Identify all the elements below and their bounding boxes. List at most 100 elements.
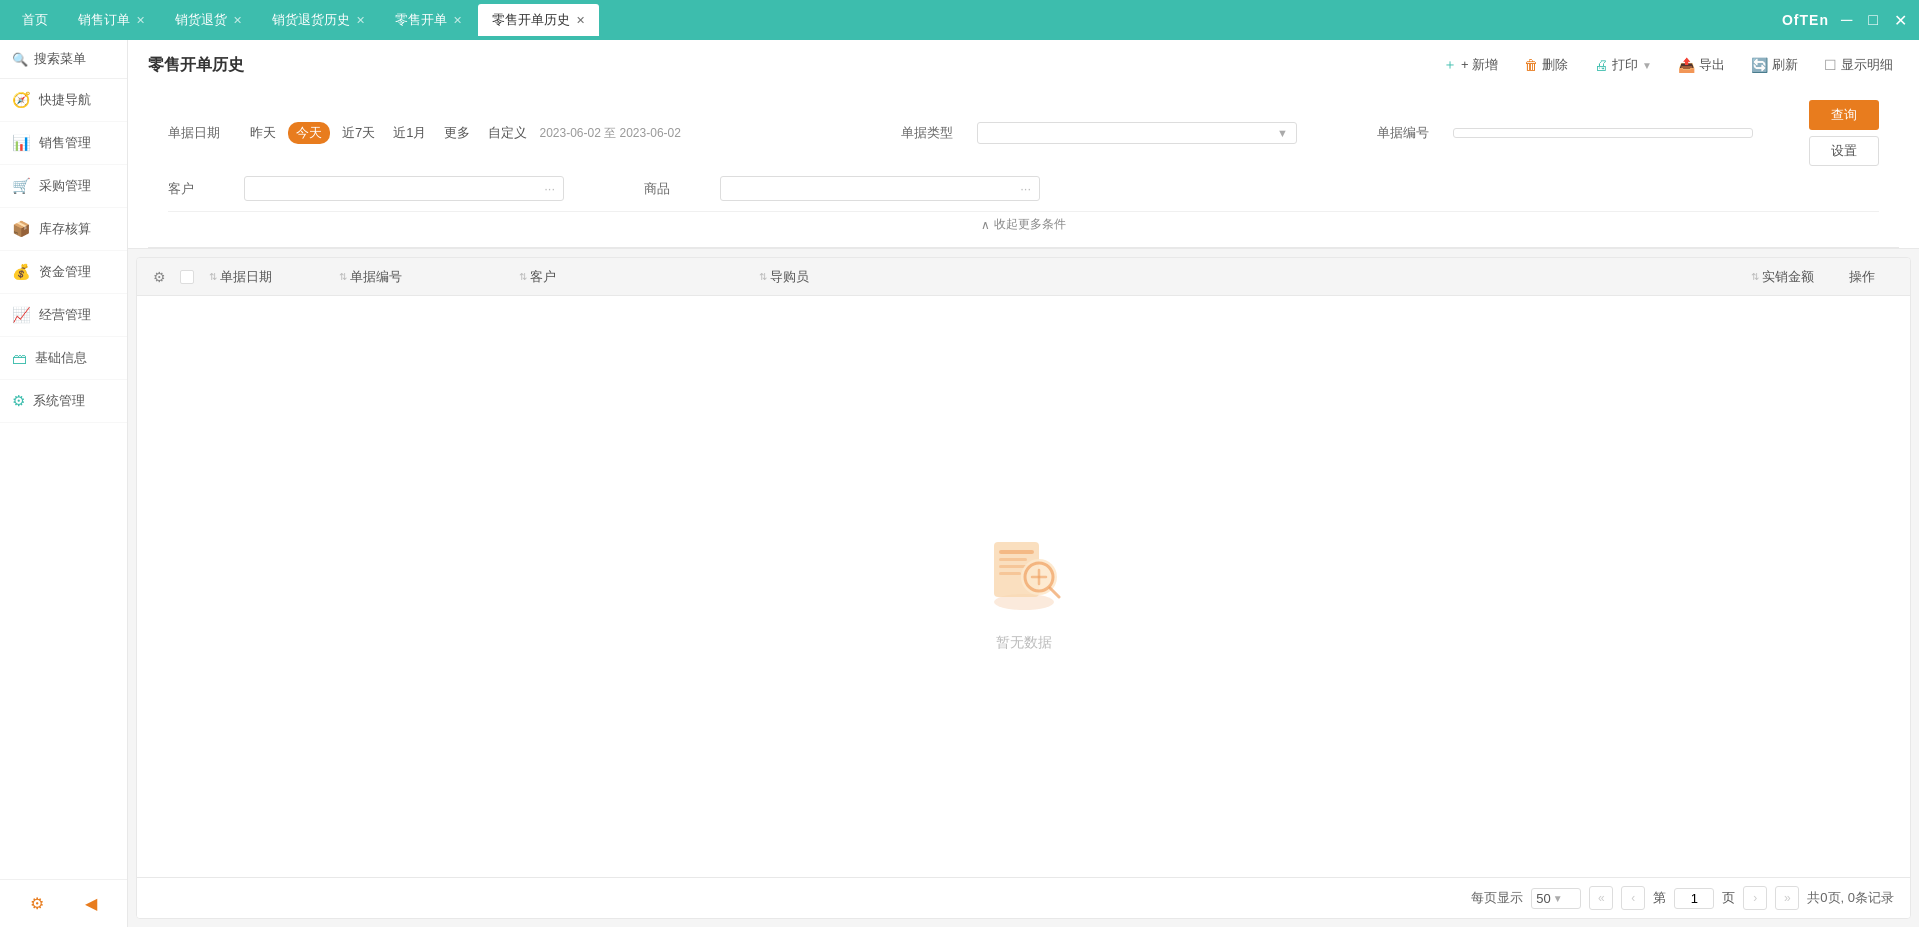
tab-retail-history[interactable]: 零售开单历史 ✕ xyxy=(478,4,599,36)
page-size-value: 50 xyxy=(1536,891,1550,906)
sort-icon-customer: ⇅ xyxy=(519,271,527,282)
sidebar-item-basic-info-label: 基础信息 xyxy=(35,349,87,367)
prev-page-button[interactable]: ‹ xyxy=(1621,886,1645,910)
sidebar-item-basic-info[interactable]: 🗃 基础信息 xyxy=(0,337,127,380)
tab-sales-order-close[interactable]: ✕ xyxy=(136,14,145,27)
display-button[interactable]: ☐ 显示明细 xyxy=(1818,52,1899,78)
tab-sales-order[interactable]: 销售订单 ✕ xyxy=(64,4,159,36)
export-icon: 📤 xyxy=(1678,57,1695,73)
col-date-label: 单据日期 xyxy=(220,268,272,286)
tab-sales-order-label: 销售订单 xyxy=(78,11,130,29)
sidebar-settings-icon[interactable]: ⚙ xyxy=(26,890,48,917)
col-header-date[interactable]: ⇅ 单据日期 xyxy=(201,268,331,286)
sidebar-collapse-icon[interactable]: ◀ xyxy=(81,890,101,917)
date-opt-today[interactable]: 今天 xyxy=(288,122,330,144)
tab-retail-open-close[interactable]: ✕ xyxy=(453,14,462,27)
operations-icon: 📈 xyxy=(12,306,31,324)
quick-nav-icon: 🧭 xyxy=(12,91,31,109)
type-filter-label: 单据类型 xyxy=(901,124,957,142)
tab-sales-return-history-close[interactable]: ✕ xyxy=(356,14,365,27)
page-title: 零售开单历史 xyxy=(148,55,244,76)
date-opt-yesterday[interactable]: 昨天 xyxy=(244,122,282,144)
sidebar-item-inventory[interactable]: 📦 库存核算 xyxy=(0,208,127,251)
sidebar-item-system-label: 系统管理 xyxy=(33,392,85,410)
tab-sales-return[interactable]: 销货退货 ✕ xyxy=(161,4,256,36)
top-bar: 首页 销售订单 ✕ 销货退货 ✕ 销货退货历史 ✕ 零售开单 ✕ 零售开单历史 … xyxy=(0,0,1919,40)
col-header-num[interactable]: ⇅ 单据编号 xyxy=(331,268,511,286)
basic-info-icon: 🗃 xyxy=(12,350,27,367)
sidebar-item-purchase-mgmt[interactable]: 🛒 采购管理 xyxy=(0,165,127,208)
customer-filter-input[interactable]: ··· xyxy=(244,176,564,201)
date-opt-7days[interactable]: 近7天 xyxy=(336,122,381,144)
goods-dots: ··· xyxy=(1020,181,1031,196)
maximize-icon[interactable]: □ xyxy=(1864,7,1882,33)
sidebar-item-finance[interactable]: 💰 资金管理 xyxy=(0,251,127,294)
action-buttons: 查询 设置 xyxy=(1809,100,1879,166)
delete-button-label: 删除 xyxy=(1542,56,1568,74)
sidebar-item-sales-mgmt[interactable]: 📊 销售管理 xyxy=(0,122,127,165)
date-opt-more[interactable]: 更多 xyxy=(438,122,476,144)
purchase-mgmt-icon: 🛒 xyxy=(12,177,31,195)
query-button[interactable]: 查询 xyxy=(1809,100,1879,130)
next-page-button[interactable]: › xyxy=(1743,886,1767,910)
tab-sales-return-history[interactable]: 销货退货历史 ✕ xyxy=(258,4,379,36)
pagination: 每页显示 50 ▼ « ‹ 第 页 › » xyxy=(137,877,1910,918)
date-opt-custom[interactable]: 自定义 xyxy=(482,122,533,144)
page-suffix: 页 xyxy=(1722,889,1735,907)
last-page-button[interactable]: » xyxy=(1775,886,1799,910)
tab-home-label: 首页 xyxy=(22,11,48,29)
add-button[interactable]: ＋ + 新增 xyxy=(1437,52,1504,78)
settings-button[interactable]: 设置 xyxy=(1809,136,1879,166)
page-number-input[interactable] xyxy=(1674,888,1714,909)
page-size-select[interactable]: 50 ▼ xyxy=(1531,888,1581,909)
delete-button[interactable]: 🗑 删除 xyxy=(1518,52,1574,78)
page-header: 零售开单历史 ＋ + 新增 🗑 删除 🖨 打印 ▼ xyxy=(128,40,1919,249)
export-button[interactable]: 📤 导出 xyxy=(1672,52,1731,78)
table-header: ⚙ ⇅ 单据日期 ⇅ 单据编号 ⇅ 客户 ⇅ 导购员 xyxy=(137,258,1910,296)
date-range-display: 2023-06-02 至 2023-06-02 xyxy=(539,125,680,142)
tab-home[interactable]: 首页 xyxy=(8,4,62,36)
main-layout: 🔍 搜索菜单 🧭 快捷导航 📊 销售管理 🛒 采购管理 📦 库存核算 💰 资金管… xyxy=(0,40,1919,927)
table-header-checkbox[interactable] xyxy=(173,270,201,284)
print-arrow-icon: ▼ xyxy=(1642,60,1652,71)
close-icon[interactable]: ✕ xyxy=(1890,7,1911,34)
num-filter-input[interactable] xyxy=(1453,128,1753,138)
type-filter-select[interactable]: ▼ xyxy=(977,122,1297,144)
tab-retail-history-close[interactable]: ✕ xyxy=(576,14,585,27)
sidebar-item-quick-nav[interactable]: 🧭 快捷导航 xyxy=(0,79,127,122)
print-button[interactable]: 🖨 打印 ▼ xyxy=(1588,52,1658,78)
print-button-label: 打印 xyxy=(1612,56,1638,74)
tab-sales-return-close[interactable]: ✕ xyxy=(233,14,242,27)
date-filter-label: 单据日期 xyxy=(168,124,224,142)
col-header-customer[interactable]: ⇅ 客户 xyxy=(511,268,751,286)
display-button-label: 显示明细 xyxy=(1841,56,1893,74)
date-opt-1month[interactable]: 近1月 xyxy=(387,122,432,144)
sidebar-item-sales-mgmt-label: 销售管理 xyxy=(39,134,91,152)
select-all-checkbox[interactable] xyxy=(180,270,194,284)
svg-line-8 xyxy=(1050,588,1059,597)
refresh-button[interactable]: 🔄 刷新 xyxy=(1745,52,1804,78)
sidebar-search[interactable]: 🔍 搜索菜单 xyxy=(0,40,127,79)
first-page-button[interactable]: « xyxy=(1589,886,1613,910)
col-header-amount[interactable]: ⇅ 实销金额 xyxy=(1702,268,1822,286)
sales-mgmt-icon: 📊 xyxy=(12,134,31,152)
tab-retail-history-label: 零售开单历史 xyxy=(492,11,570,29)
per-page-label: 每页显示 xyxy=(1471,889,1523,907)
goods-filter-input[interactable]: ··· xyxy=(720,176,1040,201)
col-header-guide[interactable]: ⇅ 导购员 xyxy=(751,268,871,286)
page-label: 第 xyxy=(1653,889,1666,907)
tab-retail-open[interactable]: 零售开单 ✕ xyxy=(381,4,476,36)
sidebar-item-system[interactable]: ⚙ 系统管理 xyxy=(0,380,127,423)
col-num-label: 单据编号 xyxy=(350,268,402,286)
col-guide-label: 导购员 xyxy=(770,268,809,286)
refresh-button-label: 刷新 xyxy=(1772,56,1798,74)
table-container: ⚙ ⇅ 单据日期 ⇅ 单据编号 ⇅ 客户 ⇅ 导购员 xyxy=(136,257,1911,919)
minimize-icon[interactable]: ─ xyxy=(1837,7,1856,33)
collapse-bar[interactable]: ∧ 收起更多条件 xyxy=(168,211,1879,237)
sidebar-item-operations[interactable]: 📈 经营管理 xyxy=(0,294,127,337)
pagination-summary: 共0页, 0条记录 xyxy=(1807,889,1894,907)
add-icon: ＋ xyxy=(1443,56,1457,74)
sidebar-item-operations-label: 经营管理 xyxy=(39,306,91,324)
col-action-label: 操作 xyxy=(1849,268,1875,286)
table-settings-icon[interactable]: ⚙ xyxy=(145,269,173,285)
